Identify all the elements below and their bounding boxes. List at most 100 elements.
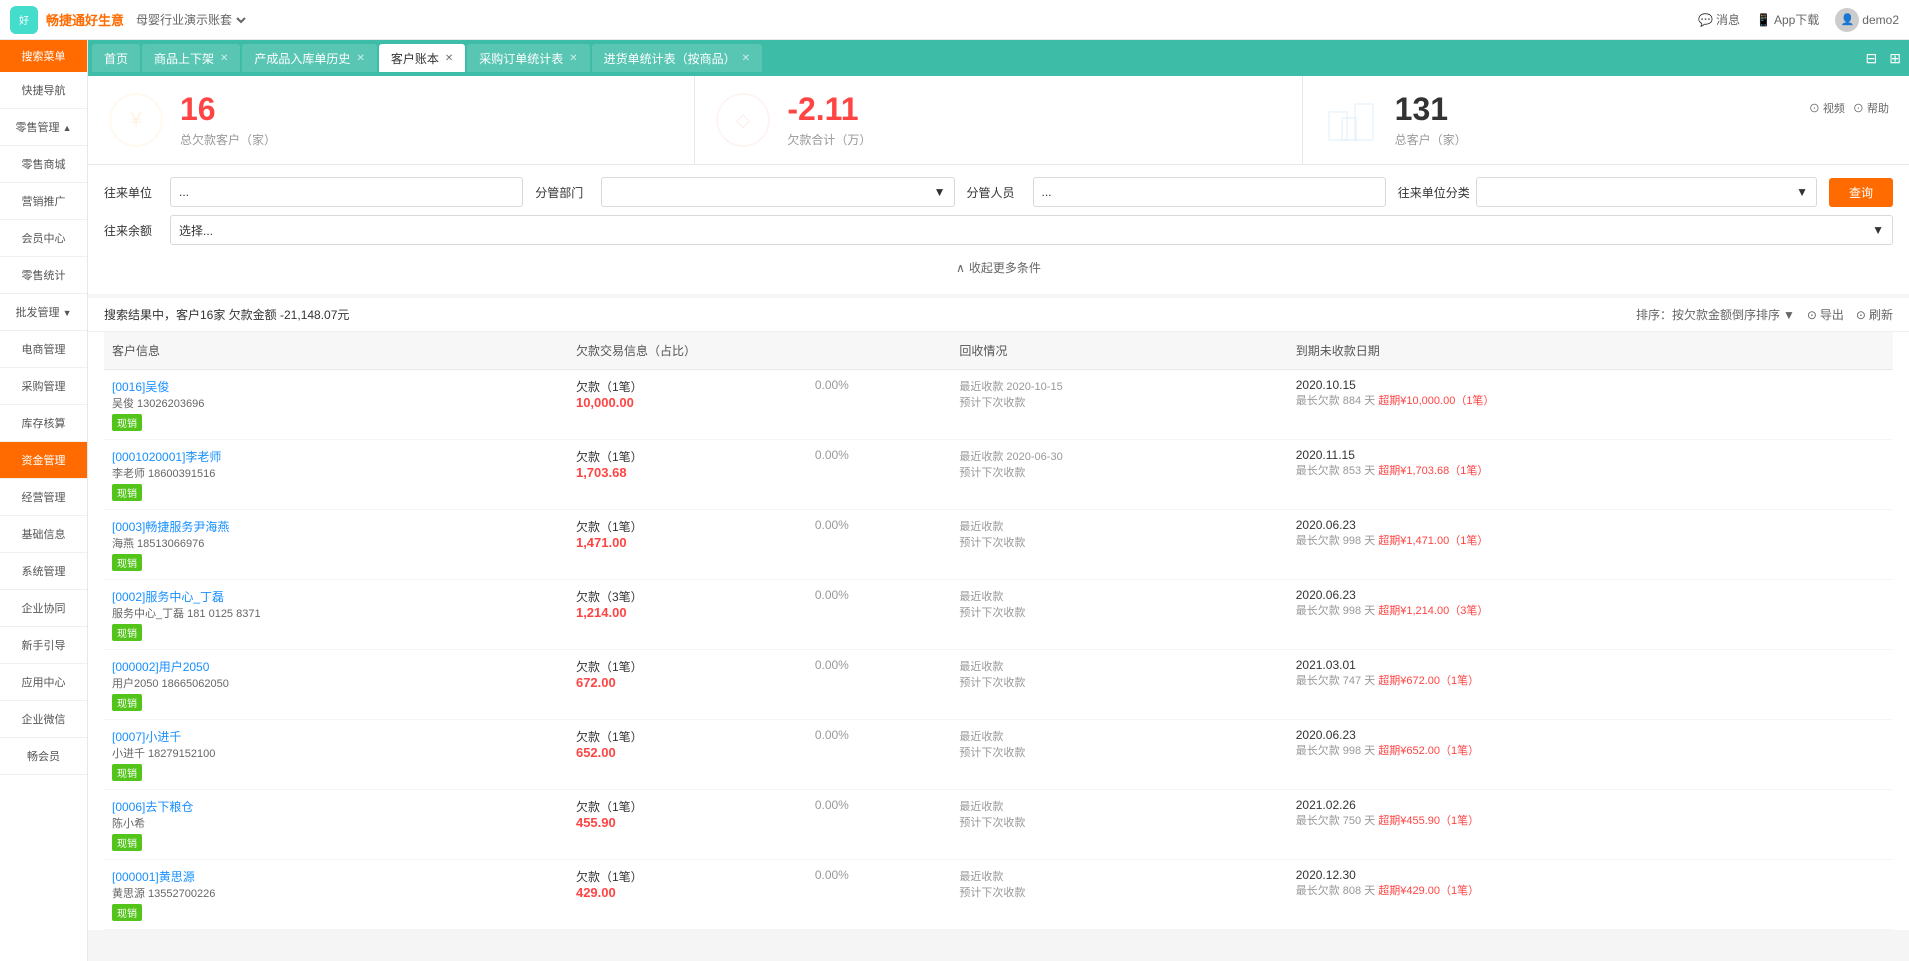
debt-amount[interactable]: 1,703.68 — [576, 465, 799, 480]
sidebar-item-vip[interactable]: 畅会员 — [0, 738, 87, 775]
video-btn[interactable]: ⊙ 视频 — [1809, 100, 1845, 116]
sort-selector[interactable]: 排序：按欠款金额倒序排序 ▼ — [1636, 306, 1795, 323]
filter-row-1: 往来单位 ... 分管部门 ▼ 分管人员 — [104, 177, 1893, 207]
customer-name-link[interactable]: [0002]服务中心_丁磊 — [112, 590, 224, 604]
debt-amount[interactable]: 1,214.00 — [576, 605, 799, 620]
filter-area: 往来单位 ... 分管部门 ▼ 分管人员 — [88, 165, 1909, 294]
sidebar-item-newbie[interactable]: 新手引导 — [0, 627, 87, 664]
tab-purchase-order[interactable]: 采购订单统计表 ✕ — [467, 44, 589, 72]
sidebar-item-ecommerce[interactable]: 电商管理 — [0, 331, 87, 368]
tab-close-product-history[interactable]: ✕ — [356, 53, 364, 64]
from-unit-dots: ... — [179, 185, 189, 199]
debt-count-cell: 欠款（1笔） 429.00 — [568, 860, 807, 930]
sidebar-item-basic-info[interactable]: 基础信息 — [0, 516, 87, 553]
sidebar-item-system[interactable]: 系统管理 — [0, 553, 87, 590]
balance-arrow: ▼ — [1872, 223, 1884, 237]
user-avatar[interactable]: 👤 demo2 — [1835, 8, 1899, 32]
overdue-amount-link[interactable]: 超期¥652.00（1笔） — [1378, 745, 1479, 757]
sidebar-item-members[interactable]: 会员中心 — [0, 220, 87, 257]
tab-product-history[interactable]: 产成品入库单历史 ✕ — [242, 44, 376, 72]
tab-collapse-btn[interactable]: ⊟ — [1862, 50, 1882, 67]
tab-goods-listing[interactable]: 商品上下架 ✕ — [142, 44, 240, 72]
customer-name-link[interactable]: [000001]黄思源 — [112, 870, 195, 884]
refresh-btn[interactable]: ⊙ 刷新 — [1856, 306, 1893, 323]
collection-cell: 最近收款 预计下次收款 — [951, 790, 1287, 860]
tab-customer-account[interactable]: 客户账本 ✕ — [379, 44, 465, 72]
sidebar-item-retail-mgmt[interactable]: 零售管理 ▲ — [0, 109, 87, 146]
debt-count: 欠款（1笔） — [576, 658, 799, 675]
tab-expand-btn[interactable]: ⊞ — [1885, 50, 1905, 67]
unit-category-select[interactable]: ▼ — [1476, 177, 1817, 207]
customer-name-link[interactable]: [000002]用户2050 — [112, 660, 209, 674]
message-btn[interactable]: 💬 消息 — [1698, 11, 1740, 28]
debt-percent-cell: 0.00% — [807, 580, 952, 650]
sidebar-item-operations[interactable]: 经营管理 — [0, 479, 87, 516]
sidebar-item-retail-stats[interactable]: 零售统计 — [0, 257, 87, 294]
person-input[interactable]: ... — [1033, 177, 1386, 207]
debt-amount[interactable]: 455.90 — [576, 815, 799, 830]
dept-select[interactable]: ▼ — [601, 177, 954, 207]
customer-tag: 现销 — [112, 414, 142, 431]
customer-name-link[interactable]: [0003]畅捷服务尹海燕 — [112, 520, 229, 534]
tab-close-purchase-order[interactable]: ✕ — [569, 53, 577, 64]
sidebar-item-app-center[interactable]: 应用中心 — [0, 664, 87, 701]
collapse-row[interactable]: ∧ 收起更多条件 — [104, 253, 1893, 282]
sidebar-item-quick-nav[interactable]: 快捷导航 — [0, 72, 87, 109]
overdue-amount-link[interactable]: 超期¥1,703.68（1笔） — [1378, 465, 1488, 477]
tab-close-goods-listing[interactable]: ✕ — [220, 53, 228, 64]
debt-percent: 0.00% — [815, 448, 849, 462]
table-header: 客户信息 欠款交易信息（占比） 回收情况 到期未收款日期 — [104, 332, 1893, 370]
overdue-amount-link[interactable]: 超期¥429.00（1笔） — [1378, 885, 1479, 897]
due-date-cell: 2020.10.15 最长欠款 884 天 超期¥10,000.00（1笔） — [1288, 370, 1893, 440]
debt-percent-cell: 0.00% — [807, 440, 952, 510]
balance-select[interactable]: 选择... ▼ — [170, 215, 1893, 245]
tab-purchase-stats[interactable]: 进货单统计表（按商品） ✕ — [592, 44, 762, 72]
sidebar-item-marketing[interactable]: 营销推广 — [0, 183, 87, 220]
customer-name-link[interactable]: [0001020001]李老师 — [112, 450, 221, 464]
table-body: [0016]吴俊 吴俊 13026203696 现销 欠款（1笔） 10,000… — [104, 370, 1893, 930]
overdue-amount-link[interactable]: 超期¥455.90（1笔） — [1378, 815, 1479, 827]
customer-phone: 陈小希 — [112, 815, 560, 831]
debt-count-cell: 欠款（1笔） 672.00 — [568, 650, 807, 720]
tab-close-purchase-stats[interactable]: ✕ — [742, 53, 750, 64]
sidebar-item-enterprise[interactable]: 企业协同 — [0, 590, 87, 627]
debt-amount[interactable]: 10,000.00 — [576, 395, 799, 410]
debt-amount[interactable]: 652.00 — [576, 745, 799, 760]
total-customers-card-body: 131 总客户（家） — [1395, 93, 1793, 148]
total-customers-label: 总客户（家） — [1395, 131, 1793, 148]
sidebar-item-finance[interactable]: 资金管理 — [0, 442, 87, 479]
last-collection: 最近收款 2020-06-30 — [959, 448, 1279, 464]
debt-amount[interactable]: 672.00 — [576, 675, 799, 690]
debt-count-cell: 欠款（1笔） 652.00 — [568, 720, 807, 790]
store-select[interactable]: 母婴行业演示账套 — [132, 12, 249, 28]
sidebar-item-wechat[interactable]: 企业微信 — [0, 701, 87, 738]
sidebar-item-retail-mall[interactable]: 零售商城 — [0, 146, 87, 183]
debt-amount[interactable]: 429.00 — [576, 885, 799, 900]
last-collection: 最近收款 — [959, 728, 1279, 744]
overdue-amount-link[interactable]: 超期¥1,471.00（1笔） — [1378, 535, 1488, 547]
col-customer-info: 客户信息 — [104, 332, 568, 370]
overdue-amount-link[interactable]: 超期¥1,214.00（3笔） — [1378, 605, 1488, 617]
overdue-amount-link[interactable]: 超期¥672.00（1笔） — [1378, 675, 1479, 687]
help-btn[interactable]: ⊙ 帮助 — [1853, 100, 1889, 116]
overdue-days: 最长欠款 884 天 超期¥10,000.00（1笔） — [1296, 392, 1885, 408]
filter-person: 分管人员 ... — [967, 177, 1386, 207]
sidebar-search[interactable]: 搜索菜单 — [0, 40, 87, 72]
sidebar-item-batch-mgmt[interactable]: 批发管理 ▼ — [0, 294, 87, 331]
tab-close-customer-account[interactable]: ✕ — [445, 53, 453, 64]
customer-name-link[interactable]: [0006]去下粮仓 — [112, 800, 193, 814]
debt-count-cell: 欠款（3笔） 1,214.00 — [568, 580, 807, 650]
customer-name-link[interactable]: [0016]吴俊 — [112, 380, 169, 394]
sidebar-item-inventory[interactable]: 库存核算 — [0, 405, 87, 442]
from-unit-input[interactable]: ... — [170, 177, 523, 207]
tab-home[interactable]: 首页 — [92, 44, 140, 72]
customer-name-link[interactable]: [0007]小进千 — [112, 730, 181, 744]
table-wrap: 客户信息 欠款交易信息（占比） 回收情况 到期未收款日期 [0016]吴俊 吴俊… — [88, 332, 1909, 930]
overdue-amount-link[interactable]: 超期¥10,000.00（1笔） — [1378, 395, 1494, 407]
person-label: 分管人员 — [967, 184, 1027, 201]
app-download-btn[interactable]: 📱 App下载 — [1756, 11, 1819, 28]
export-btn[interactable]: ⊙ 导出 — [1807, 306, 1844, 323]
debt-amount[interactable]: 1,471.00 — [576, 535, 799, 550]
sidebar-item-purchase[interactable]: 采购管理 — [0, 368, 87, 405]
query-button[interactable]: 查询 — [1829, 178, 1893, 207]
